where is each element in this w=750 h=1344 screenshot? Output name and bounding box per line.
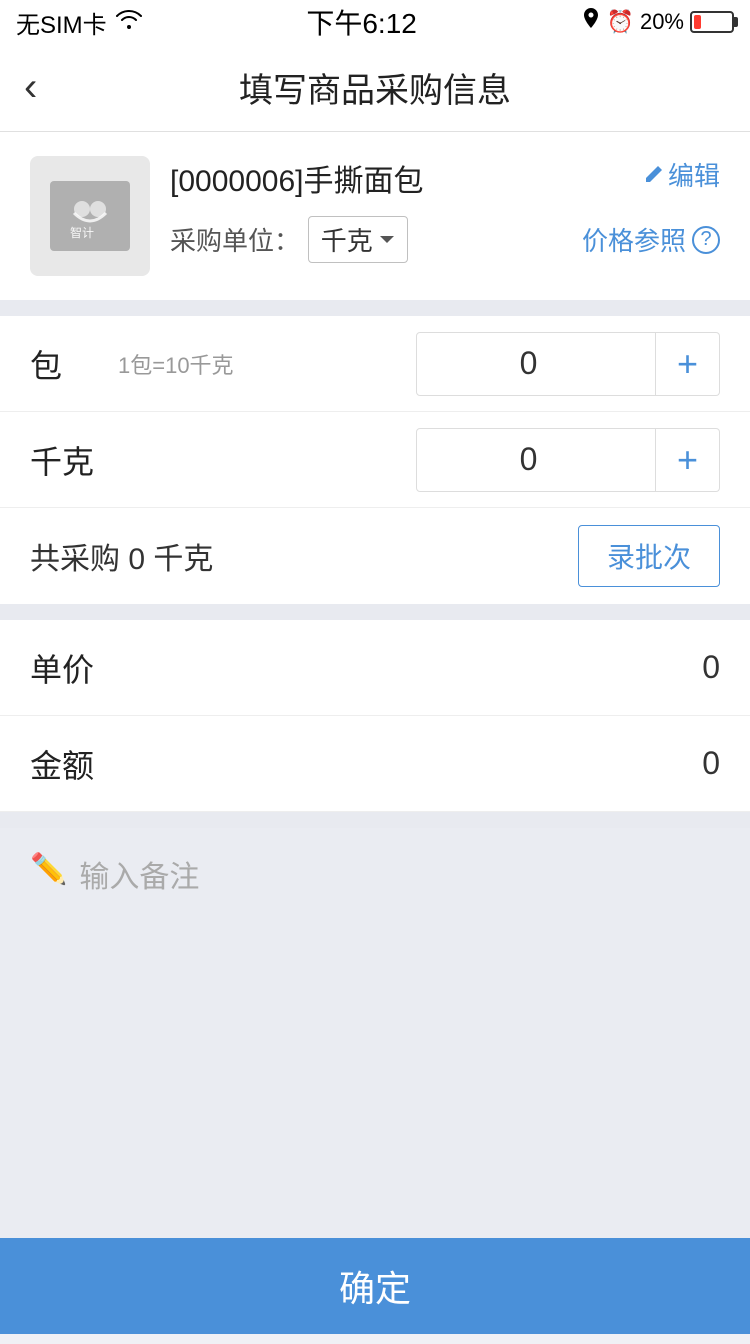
kg-row: 千克 + [0,412,750,508]
product-logo: 智计 [50,181,130,251]
bag-row: 包 1包=10千克 + [0,316,750,412]
svg-text:智计: 智计 [70,225,94,240]
product-card: 智计 [0000006]手撕面包 编辑 采购单位： 千克 [0,132,750,300]
price-ref-button[interactable]: 价格参照 ? [582,221,720,258]
pencil-icon: ✏️ [30,852,67,887]
kg-plus-button[interactable]: + [656,428,720,492]
bag-label: 包 [30,341,110,387]
edit-button[interactable]: 编辑 [642,156,720,193]
unit-price-value: 0 [702,649,720,686]
unit-select[interactable]: 千克 [308,216,408,263]
page-title: 填写商品采购信息 [239,63,511,112]
price-section: 单价 0 金额 0 [0,620,750,812]
empty-space [0,948,750,1248]
status-left: 无SIM卡 [16,5,143,40]
product-name: [0000006]手撕面包 [170,156,423,200]
amount-label: 金额 [30,741,94,787]
unit-price-row: 单价 0 [0,620,750,716]
location-icon [581,8,601,36]
batch-button[interactable]: 录批次 [578,525,720,587]
battery-icon [690,11,734,33]
unit-price-label: 单价 [30,645,94,691]
product-info: [0000006]手撕面包 编辑 采购单位： 千克 价格参照 ? [170,156,720,263]
nav-bar: ‹ 填写商品采购信息 [0,44,750,132]
amount-value: 0 [702,745,720,782]
amount-row: 金额 0 [0,716,750,812]
purchase-unit-section: 采购单位： 千克 [170,216,408,263]
wifi-icon [115,8,143,36]
bag-sub-label: 1包=10千克 [118,348,234,380]
back-button[interactable]: ‹ [24,65,37,110]
status-bar: 无SIM卡 下午6:12 ⏰ 20% [0,0,750,44]
purchase-unit-label: 采购单位： [170,226,300,256]
total-label: 共采购 0 千克 [30,534,213,578]
kg-quantity-input[interactable] [416,428,656,492]
bag-plus-button[interactable]: + [656,332,720,396]
status-time: 下午6:12 [306,2,417,42]
bag-quantity-input[interactable] [416,332,656,396]
kg-input-group: + [416,428,720,492]
divider-3 [0,812,750,828]
divider-2 [0,604,750,620]
divider-1 [0,300,750,316]
notes-placeholder: 输入备注 [79,852,199,896]
alarm-icon: ⏰ [607,9,634,35]
carrier-text: 无SIM卡 [16,5,107,40]
notes-section[interactable]: ✏️ 输入备注 [0,828,750,948]
quantity-section: 包 1包=10千克 + 千克 + [0,316,750,508]
kg-label: 千克 [30,437,110,483]
product-thumbnail: 智计 [30,156,150,276]
help-icon: ? [692,226,720,254]
total-row: 共采购 0 千克 录批次 [0,508,750,604]
status-right: ⏰ 20% [581,8,734,36]
battery-percent: 20% [640,9,684,35]
bag-input-group: + [416,332,720,396]
confirm-button[interactable]: 确定 [0,1238,750,1334]
